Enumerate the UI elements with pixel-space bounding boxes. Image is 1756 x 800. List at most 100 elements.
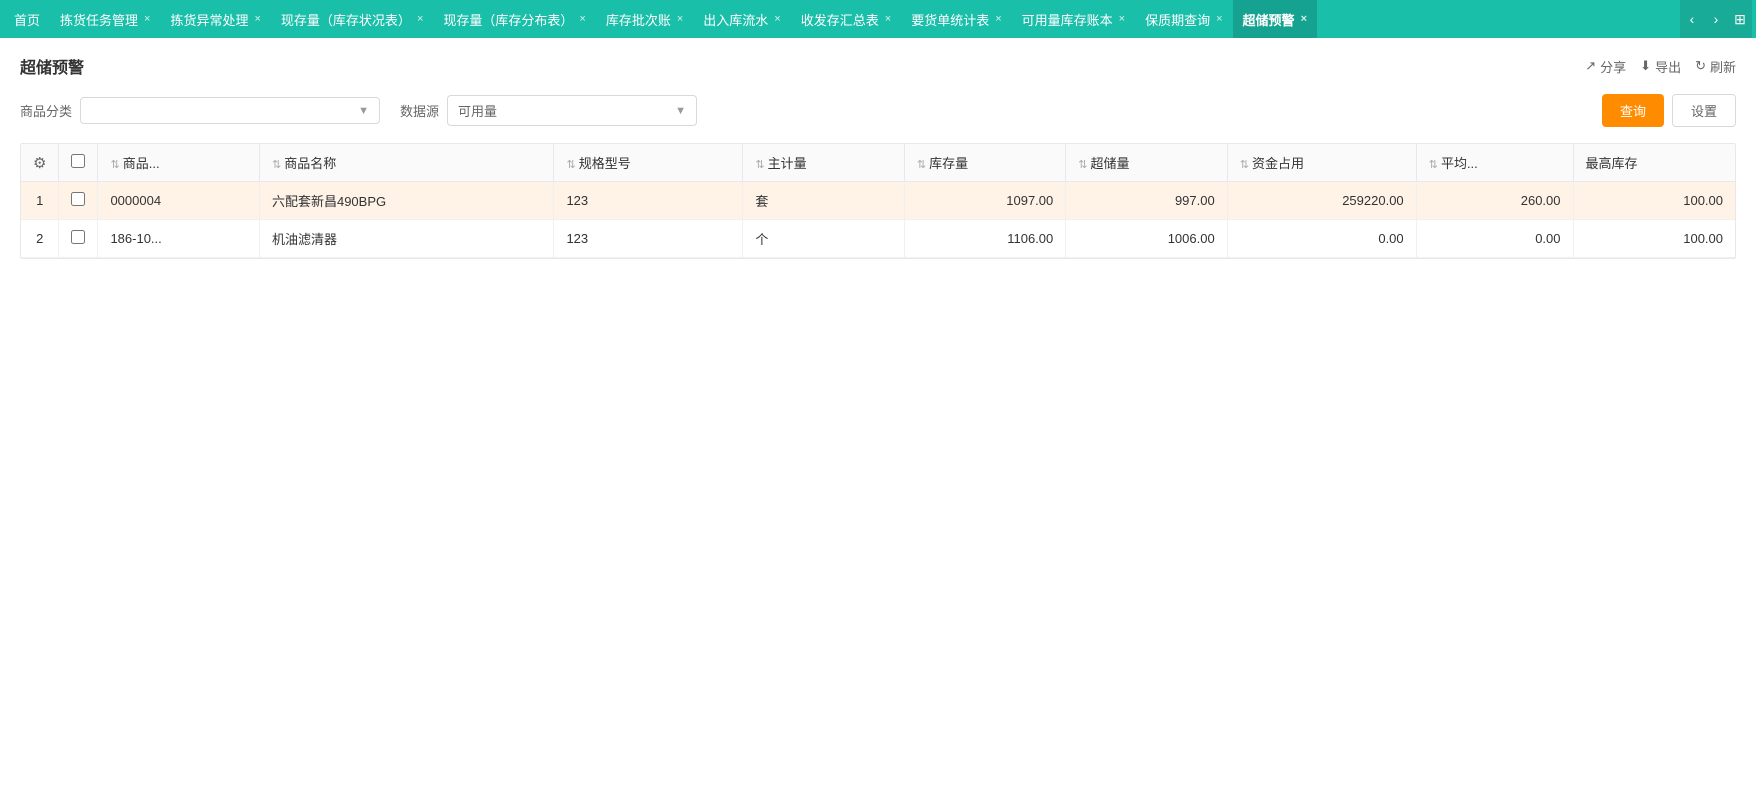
share-icon: ↗ [1585,58,1596,74]
max-stock-2: 100.00 [1683,231,1723,246]
td-avg-1: 260.00 [1416,182,1573,220]
header-actions: ↗ 分享 ⬇ 导出 ↻ 刷新 [1585,57,1736,76]
datasource-chevron-down-icon: ▼ [675,105,686,117]
top-nav: 首页 拣货任务管理 × 拣货异常处理 × 现存量（库存状况表） × 现存量（库存… [0,0,1756,38]
th-product-code-label: 商品... [123,156,160,171]
product-name-1: 六配套新昌490BPG [272,194,386,209]
filter-category-value [91,103,95,118]
th-max-stock: 最高库存 [1573,144,1735,182]
filter-actions: 查询 设置 [1602,94,1736,127]
table-row: 1 0000004 六配套新昌490BPG 123 套 [21,182,1735,220]
td-spec-2: 123 [554,220,743,258]
th-spec-label: 规格型号 [579,156,631,171]
export-label: 导出 [1655,57,1681,76]
nav-tab-available-account-label: 可用量库存账本 [1022,10,1113,29]
nav-tab-available-account-close[interactable]: × [1119,13,1125,25]
nav-tab-stock-dist-close[interactable]: × [579,13,585,25]
query-button[interactable]: 查询 [1602,94,1664,127]
td-row-num-2: 2 [21,220,59,258]
nav-tab-quality-check-close[interactable]: × [1216,13,1222,25]
filter-category-select[interactable]: ▼ [80,97,380,124]
th-overstock-label: 超储量 [1091,156,1130,171]
settings-button[interactable]: 设置 [1672,94,1736,127]
nav-next-button[interactable]: › [1704,0,1728,38]
th-spec[interactable]: 规格型号 [554,144,743,182]
data-table-container: ⚙ 商品... 商品名称 规格型号 主计量 [20,143,1736,259]
filter-datasource-select[interactable]: 可用量 ▼ [447,95,697,126]
nav-tab-stock-status-close[interactable]: × [417,13,423,25]
nav-tab-overstock-warning-label: 超储预警 [1243,10,1295,29]
refresh-label: 刷新 [1710,57,1736,76]
export-button[interactable]: ⬇ 导出 [1640,57,1681,76]
refresh-button[interactable]: ↻ 刷新 [1695,57,1736,76]
th-capital-label: 资金占用 [1252,156,1304,171]
td-stock-1: 1097.00 [904,182,1065,220]
spec-2: 123 [566,231,588,246]
td-overstock-2: 1006.00 [1066,220,1227,258]
select-all-checkbox[interactable] [71,154,85,168]
th-stock[interactable]: 库存量 [904,144,1065,182]
th-overstock[interactable]: 超储量 [1066,144,1227,182]
th-avg-label: 平均... [1441,156,1478,171]
filter-datasource: 数据源 可用量 ▼ [400,95,697,126]
share-button[interactable]: ↗ 分享 [1585,57,1626,76]
row-num-1: 1 [36,193,43,208]
th-checkbox [59,144,98,182]
overstock-2: 1006.00 [1168,231,1215,246]
refresh-icon: ↻ [1695,58,1706,74]
th-unit[interactable]: 主计量 [743,144,904,182]
th-stock-label: 库存量 [929,156,968,171]
nav-tab-abnormal-close[interactable]: × [254,13,260,25]
nav-tab-inout-flow[interactable]: 出入库流水 × [693,0,790,38]
nav-tab-quality-check-label: 保质期查询 [1145,10,1210,29]
nav-prev-button[interactable]: ‹ [1680,0,1704,38]
nav-tab-order-stats[interactable]: 要货单统计表 × [901,0,1011,38]
nav-tab-recv-send-close[interactable]: × [885,13,891,25]
row-checkbox-2[interactable] [71,230,85,244]
th-capital[interactable]: 资金占用 [1227,144,1416,182]
td-product-code-1: 0000004 [98,182,260,220]
td-product-code-2: 186-10... [98,220,260,258]
nav-tab-home-label: 首页 [14,10,40,29]
nav-tab-stock-dist[interactable]: 现存量（库存分布表） × [433,0,595,38]
td-overstock-1: 997.00 [1066,182,1227,220]
th-avg[interactable]: 平均... [1416,144,1573,182]
nav-tab-order-stats-close[interactable]: × [995,13,1001,25]
nav-tab-abnormal[interactable]: 拣货异常处理 × [160,0,270,38]
stock-1: 1097.00 [1006,193,1053,208]
nav-tab-task-mgmt-close[interactable]: × [144,13,150,25]
td-stock-2: 1106.00 [904,220,1065,258]
nav-tab-recv-send[interactable]: 收发存汇总表 × [791,0,901,38]
nav-tab-recv-send-label: 收发存汇总表 [801,10,879,29]
nav-tab-overstock-warning-close[interactable]: × [1301,13,1307,25]
nav-tab-task-mgmt-label: 拣货任务管理 [60,10,138,29]
table-row: 2 186-10... 机油滤清器 123 个 [21,220,1735,258]
nav-tab-inout-flow-close[interactable]: × [774,13,780,25]
unit-1: 套 [755,194,768,209]
nav-expand-button[interactable]: ⊞ [1728,0,1752,38]
nav-tab-overstock-warning[interactable]: 超储预警 × [1233,0,1317,38]
product-code-2: 186-10... [110,231,161,246]
overstock-1: 997.00 [1175,193,1215,208]
td-product-name-1: 六配套新昌490BPG [259,182,553,220]
td-avg-2: 0.00 [1416,220,1573,258]
td-checkbox-1 [59,182,98,220]
td-row-num-1: 1 [21,182,59,220]
product-code-1: 0000004 [110,193,161,208]
chevron-down-icon: ▼ [358,105,369,117]
nav-tab-task-mgmt[interactable]: 拣货任务管理 × [50,0,160,38]
nav-tab-available-account[interactable]: 可用量库存账本 × [1012,0,1135,38]
export-icon: ⬇ [1640,58,1651,74]
row-checkbox-1[interactable] [71,192,85,206]
th-product-name[interactable]: 商品名称 [259,144,553,182]
th-product-code[interactable]: 商品... [98,144,260,182]
nav-tab-batch-account-close[interactable]: × [677,13,683,25]
column-settings-icon[interactable]: ⚙ [33,155,46,172]
nav-tab-stock-status[interactable]: 现存量（库存状况表） × [271,0,433,38]
th-settings: ⚙ [21,144,59,182]
nav-tab-home[interactable]: 首页 [4,0,50,38]
nav-tab-stock-status-label: 现存量（库存状况表） [281,10,411,29]
nav-tab-quality-check[interactable]: 保质期查询 × [1135,0,1232,38]
product-name-2: 机油滤清器 [272,232,337,247]
nav-tab-batch-account[interactable]: 库存批次账 × [596,0,693,38]
